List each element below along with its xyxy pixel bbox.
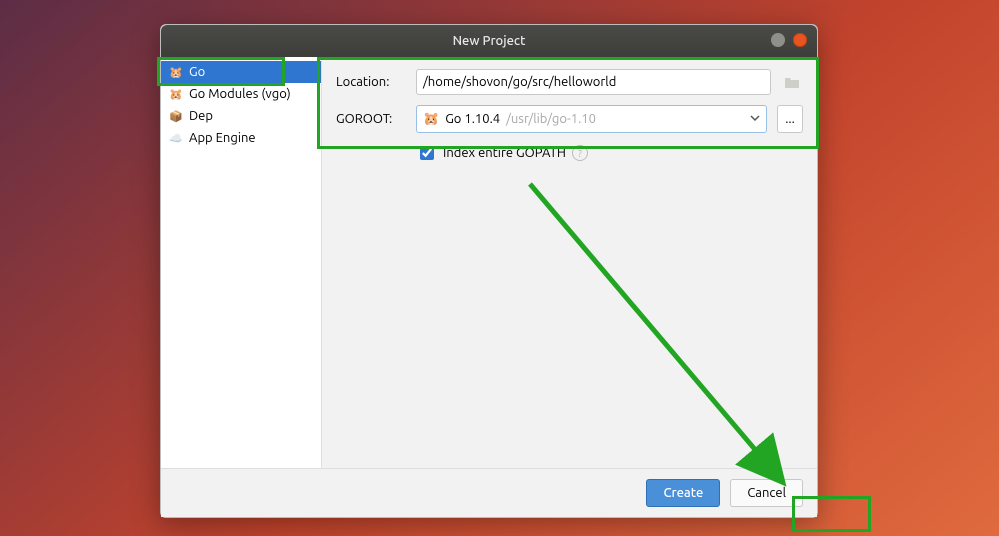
index-gopath-row: Index entire GOPATH ? (416, 143, 803, 163)
go-icon: 🐹 (423, 112, 439, 127)
dialog-footer: Create Cancel (161, 468, 817, 517)
ellipsis-icon: ... (785, 112, 795, 126)
sidebar-item-label: App Engine (189, 131, 256, 145)
goroot-select[interactable]: 🐹 Go 1.10.4 /usr/lib/go-1.10 (416, 105, 767, 133)
create-button[interactable]: Create (646, 479, 720, 507)
minimize-icon[interactable] (771, 33, 785, 47)
titlebar: New Project (161, 25, 817, 57)
sidebar-item-label: Go Modules (vgo) (189, 87, 291, 101)
project-type-sidebar: 🐹 Go 🐹 Go Modules (vgo) 📦 Dep ☁️ App Eng… (161, 57, 322, 468)
sidebar-item-label: Dep (189, 109, 213, 123)
sidebar-item-dep[interactable]: 📦 Dep (161, 105, 321, 127)
goroot-more-button[interactable]: ... (777, 105, 803, 133)
dep-icon: 📦 (169, 109, 183, 123)
location-label: Location: (336, 75, 406, 89)
window-title: New Project (453, 34, 526, 48)
sidebar-item-app-engine[interactable]: ☁️ App Engine (161, 127, 321, 149)
new-project-dialog: New Project 🐹 Go 🐹 Go Modules (vgo) 📦 De… (160, 24, 818, 518)
help-icon[interactable]: ? (572, 145, 588, 161)
sidebar-item-label: Go (189, 65, 205, 79)
go-icon: 🐹 (169, 65, 183, 79)
location-value: /home/shovon/go/src/helloworld (423, 75, 616, 89)
index-gopath-checkbox[interactable] (420, 146, 434, 160)
goroot-row: GOROOT: 🐹 Go 1.10.4 /usr/lib/go-1.10 ... (336, 105, 803, 133)
go-icon: 🐹 (169, 87, 183, 101)
sidebar-item-go[interactable]: 🐹 Go (161, 61, 321, 83)
goroot-path: /usr/lib/go-1.10 (506, 112, 596, 126)
create-button-label: Create (663, 486, 703, 500)
index-gopath-label: Index entire GOPATH (443, 146, 566, 160)
dialog-body: 🐹 Go 🐹 Go Modules (vgo) 📦 Dep ☁️ App Eng… (161, 57, 817, 468)
chevron-down-icon (750, 112, 760, 126)
location-row: Location: /home/shovon/go/src/helloworld (336, 69, 803, 95)
close-icon[interactable] (793, 33, 807, 47)
cancel-button-label: Cancel (747, 486, 786, 500)
cancel-button[interactable]: Cancel (730, 479, 803, 507)
goroot-version: Go 1.10.4 (445, 112, 500, 126)
goroot-label: GOROOT: (336, 112, 406, 126)
location-input[interactable]: /home/shovon/go/src/helloworld (416, 69, 771, 95)
sidebar-item-go-modules[interactable]: 🐹 Go Modules (vgo) (161, 83, 321, 105)
form-panel: Location: /home/shovon/go/src/helloworld… (322, 57, 817, 468)
gae-icon: ☁️ (169, 131, 183, 145)
window-buttons (771, 33, 807, 47)
browse-folder-icon[interactable] (781, 71, 803, 93)
